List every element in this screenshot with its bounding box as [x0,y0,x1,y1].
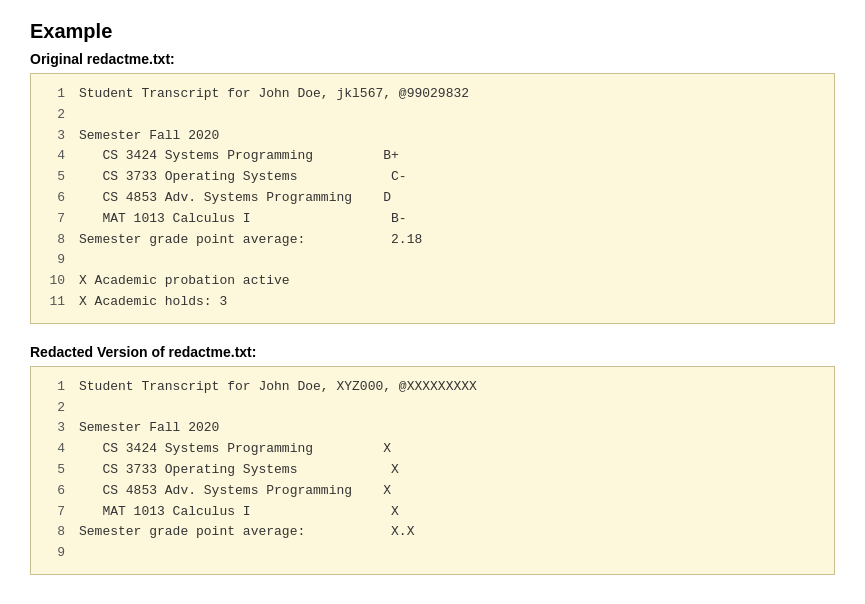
table-row: 8 Semester grade point average: 2.18 [43,230,822,251]
line-content: X Academic probation active [79,271,290,292]
line-content: CS 3424 Systems Programming B+ [79,146,399,167]
line-content: CS 4853 Adv. Systems Programming X [79,481,391,502]
table-row: 11 X Academic holds: 3 [43,292,822,313]
line-number: 3 [43,126,65,147]
line-content: CS 3733 Operating Systems C- [79,167,407,188]
line-number: 9 [43,250,65,271]
line-content: Student Transcript for John Doe, jkl567,… [79,84,469,105]
table-row: 2 [43,398,822,419]
line-number: 11 [43,292,65,313]
line-number: 2 [43,398,65,419]
table-row: 6 CS 4853 Adv. Systems Programming X [43,481,822,502]
line-number: 8 [43,230,65,251]
table-row: 3 Semester Fall 2020 [43,126,822,147]
line-number: 1 [43,84,65,105]
line-number: 10 [43,271,65,292]
line-content: Semester Fall 2020 [79,126,219,147]
line-number: 7 [43,209,65,230]
line-content: MAT 1013 Calculus I X [79,502,399,523]
line-content: X Academic holds: 3 [79,292,227,313]
table-row: 9 [43,250,822,271]
line-number: 5 [43,167,65,188]
table-row: 10 X Academic probation active [43,271,822,292]
table-row: 9 [43,543,822,564]
table-row: 5 CS 3733 Operating Systems X [43,460,822,481]
line-content: CS 3733 Operating Systems X [79,460,399,481]
line-content: Student Transcript for John Doe, XYZ000,… [79,377,477,398]
table-row: 6 CS 4853 Adv. Systems Programming D [43,188,822,209]
table-row: 1 Student Transcript for John Doe, XYZ000… [43,377,822,398]
line-number: 8 [43,522,65,543]
line-number: 4 [43,439,65,460]
line-number: 7 [43,502,65,523]
table-row: 2 [43,105,822,126]
table-row: 7 MAT 1013 Calculus I X [43,502,822,523]
table-row: 7 MAT 1013 Calculus I B- [43,209,822,230]
table-row: 3 Semester Fall 2020 [43,418,822,439]
line-number: 5 [43,460,65,481]
line-content: Semester grade point average: X.X [79,522,414,543]
table-row: 4 CS 3424 Systems Programming X [43,439,822,460]
table-row: 5 CS 3733 Operating Systems C- [43,167,822,188]
line-number: 6 [43,188,65,209]
redacted-label: Redacted Version of redactme.txt: [30,344,835,360]
line-number: 3 [43,418,65,439]
line-number: 1 [43,377,65,398]
original-label: Original redactme.txt: [30,51,835,67]
line-number: 9 [43,543,65,564]
line-number: 6 [43,481,65,502]
line-number: 4 [43,146,65,167]
redacted-section: Redacted Version of redactme.txt: 1 Stude… [30,344,835,575]
line-content: CS 3424 Systems Programming X [79,439,391,460]
line-content: CS 4853 Adv. Systems Programming D [79,188,391,209]
original-section: Original redactme.txt: 1 Student Transcri… [30,51,835,324]
table-row: 4 CS 3424 Systems Programming B+ [43,146,822,167]
line-content: Semester grade point average: 2.18 [79,230,422,251]
table-row: 8 Semester grade point average: X.X [43,522,822,543]
line-number: 2 [43,105,65,126]
line-content: MAT 1013 Calculus I B- [79,209,407,230]
page-title: Example [30,20,835,43]
redacted-code-box: 1 Student Transcript for John Doe, XYZ000… [30,366,835,575]
line-content: Semester Fall 2020 [79,418,219,439]
table-row: 1 Student Transcript for John Doe, jkl567… [43,84,822,105]
original-code-box: 1 Student Transcript for John Doe, jkl567… [30,73,835,324]
